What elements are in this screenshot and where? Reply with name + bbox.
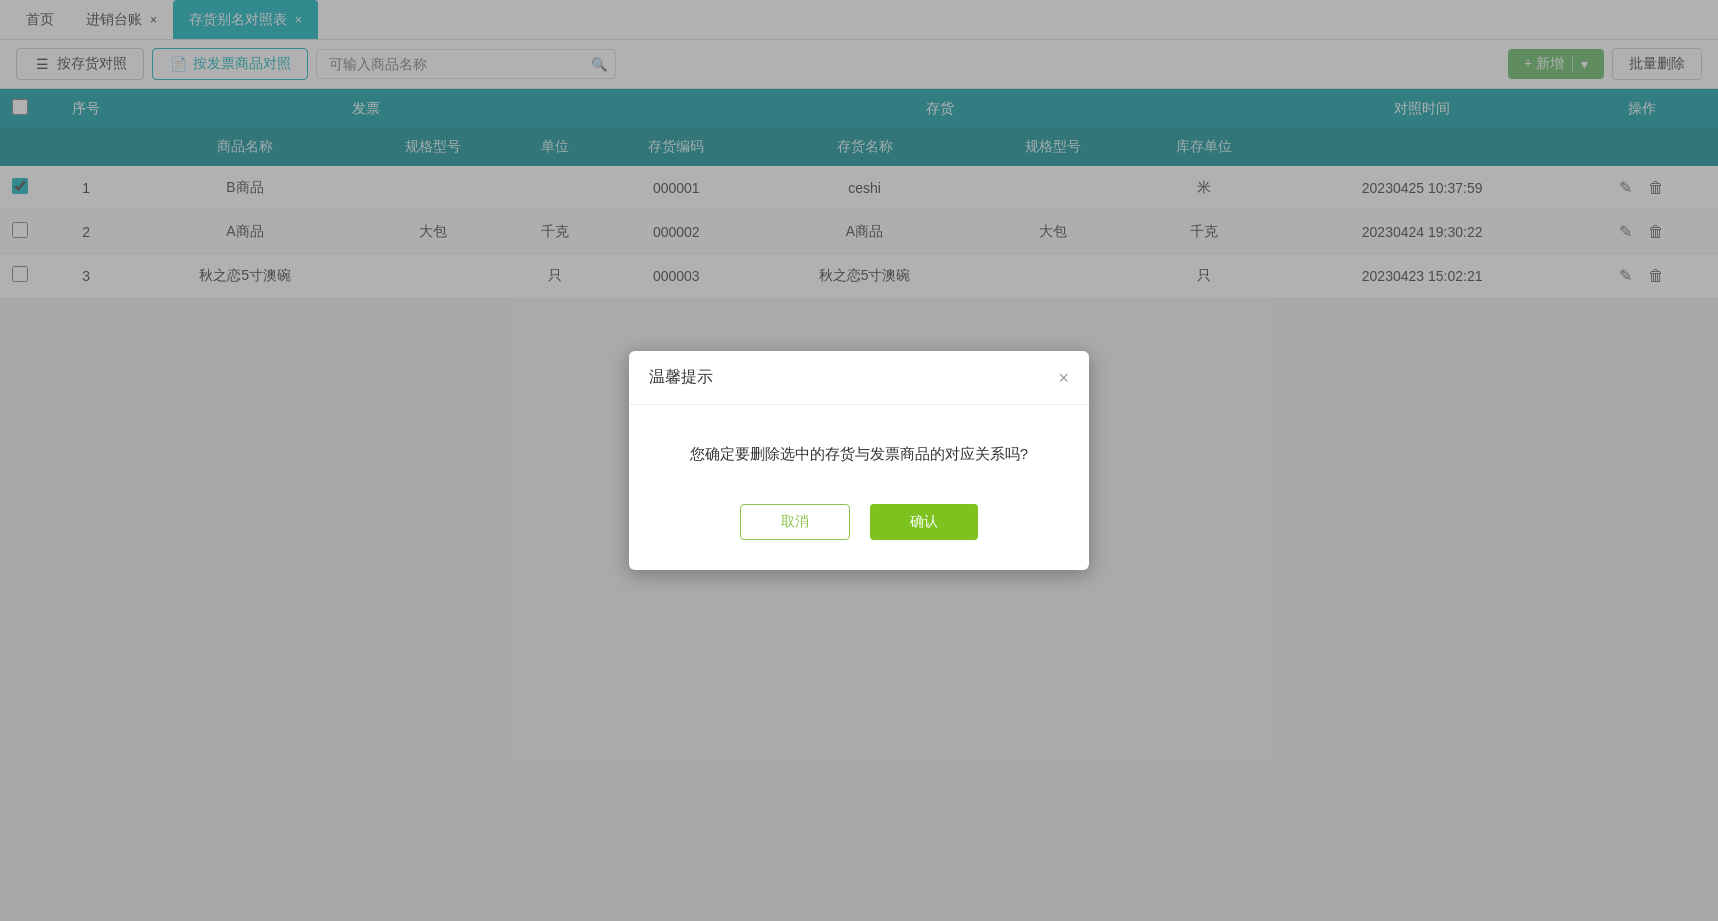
overlay: 温馨提示 × 您确定要删除选中的存货与发票商品的对应关系吗? 取消 确认 bbox=[0, 0, 1718, 298]
